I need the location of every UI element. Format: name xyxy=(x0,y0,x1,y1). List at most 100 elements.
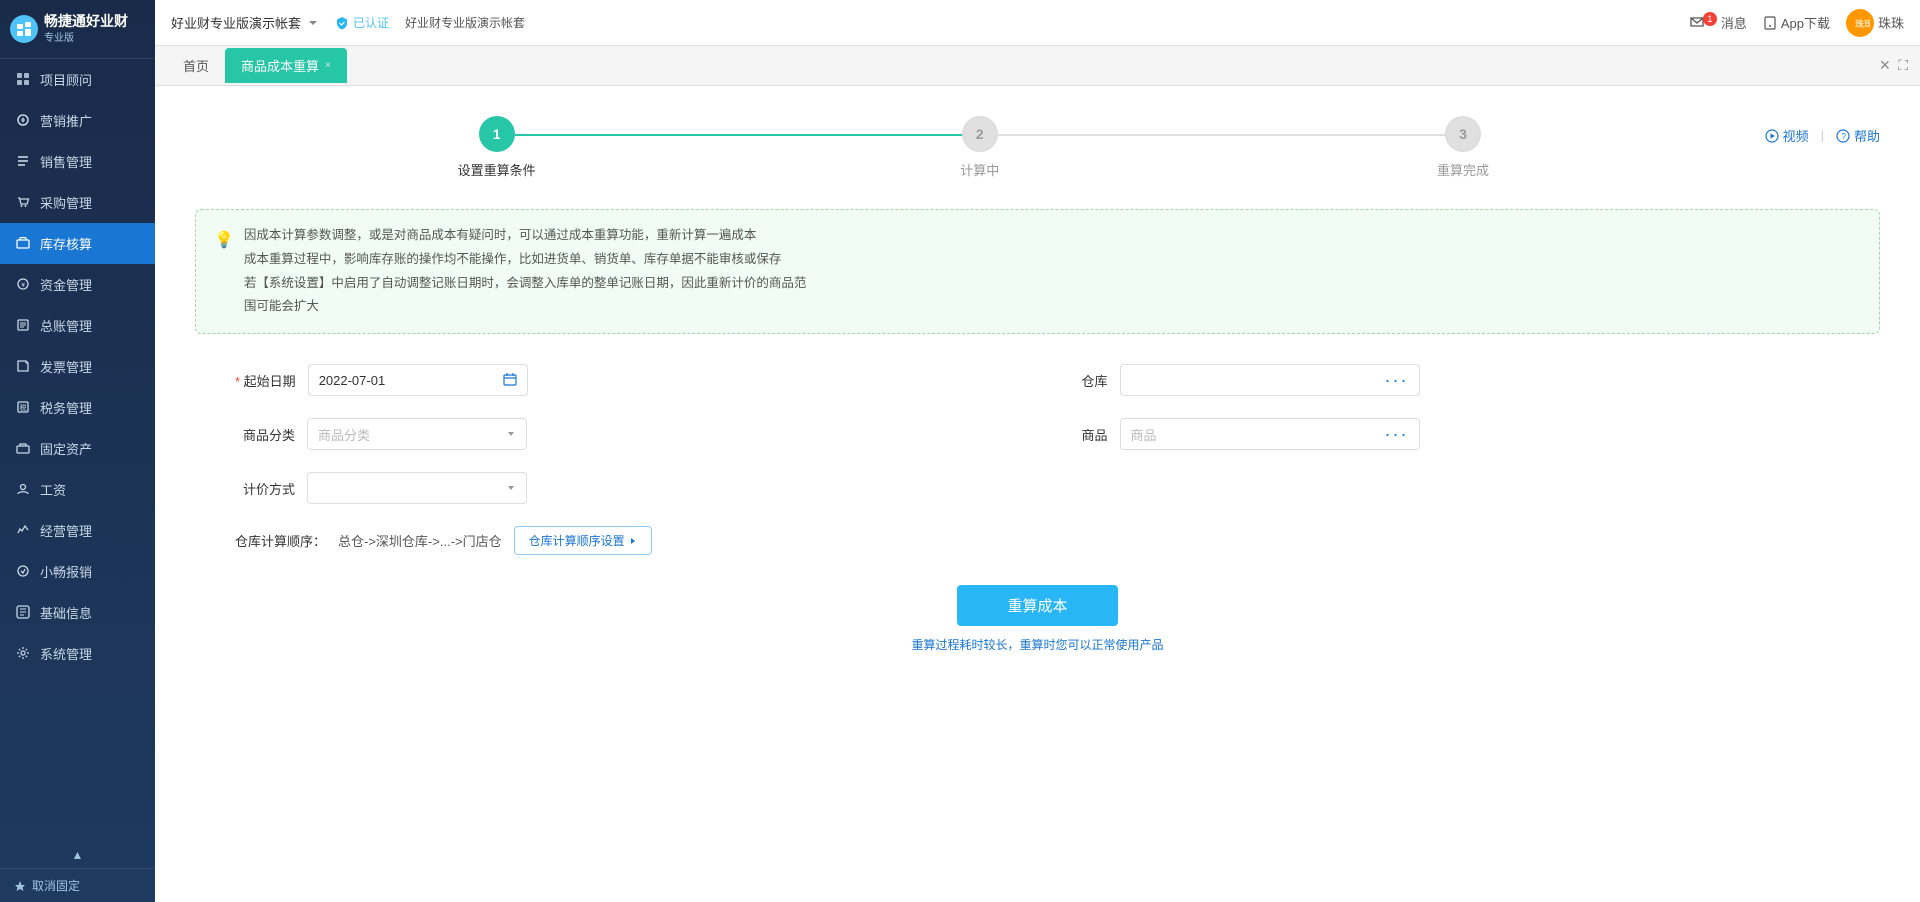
step-1: 1 设置重算条件 xyxy=(255,116,738,179)
help-btn[interactable]: ? 帮助 xyxy=(1836,126,1880,145)
product-input[interactable]: 商品 ··· xyxy=(1120,418,1420,450)
topbar-right: 1 消息 App下载 珠珠 珠珠 xyxy=(1689,9,1904,37)
user-name: 珠珠 xyxy=(1878,13,1904,32)
messages-btn[interactable]: 1 消息 xyxy=(1689,13,1747,32)
tabbar-expand-btn[interactable]: ⛶ xyxy=(1898,57,1908,74)
sidebar-item-label: 税务管理 xyxy=(40,398,92,417)
warehouse-calc-label: 仓库计算顺序： xyxy=(235,531,326,550)
form-section: 起始日期 2022-07-01 仓库 xyxy=(195,364,1880,653)
step-2-label: 计算中 xyxy=(960,160,999,179)
start-date-input[interactable]: 2022-07-01 xyxy=(308,364,528,396)
submit-section: 重算成本 重算过程耗时较长，重算时您可以正常使用产品 xyxy=(235,585,1840,653)
warehouse-input[interactable]: ··· xyxy=(1120,364,1420,396)
form-row-1: 起始日期 2022-07-01 仓库 xyxy=(235,364,1840,396)
svg-text:税: 税 xyxy=(20,403,27,412)
invoice-icon xyxy=(14,357,32,375)
sidebar-item-label: 工资 xyxy=(40,480,66,499)
sidebar-item-project[interactable]: 项目顾问 xyxy=(0,59,155,100)
app-title: 畅捷通好业财 专业版 xyxy=(44,12,128,46)
sidebar-item-assets[interactable]: 固定资产 xyxy=(0,428,155,469)
submit-btn[interactable]: 重算成本 xyxy=(957,585,1117,626)
sidebar-item-finance[interactable]: ¥ 资金管理 xyxy=(0,264,155,305)
sidebar-scroll-up[interactable]: ▲ xyxy=(0,842,155,868)
tabbar-actions: × ⛶ xyxy=(1880,55,1908,76)
tab-home[interactable]: 首页 xyxy=(167,48,225,83)
sidebar-item-marketing[interactable]: 营销推广 xyxy=(0,100,155,141)
calendar-icon[interactable] xyxy=(503,372,517,389)
unpin-label: 取消固定 xyxy=(32,877,80,894)
main-content: 好业财专业版演示帐套 已认证 好业财专业版演示帐套 1 消息 xyxy=(155,0,1920,902)
warehouse-dots[interactable]: ··· xyxy=(1385,370,1409,391)
warehouse-setting-btn[interactable]: 仓库计算顺序设置 xyxy=(514,526,652,555)
svg-text:珠珠: 珠珠 xyxy=(1855,18,1870,29)
pricing-select[interactable] xyxy=(307,472,527,504)
assets-icon xyxy=(14,439,32,457)
sidebar-item-label: 系统管理 xyxy=(40,644,92,663)
sidebar-item-inventory[interactable]: 库存核算 xyxy=(0,223,155,264)
tab-cost-recalc-label: 商品成本重算 xyxy=(241,56,319,75)
topbar: 好业财专业版演示帐套 已认证 好业财专业版演示帐套 1 消息 xyxy=(155,0,1920,46)
category-label: 商品分类 xyxy=(235,425,295,444)
tab-cost-recalc[interactable]: 商品成本重算 × xyxy=(225,48,347,83)
project-icon xyxy=(14,70,32,88)
info-line-1: 因成本计算参数调整，或是对商品成本有疑问时，可以通过成本重算功能，重新计算一遍成… xyxy=(244,224,807,248)
video-btn[interactable]: 视频 xyxy=(1765,126,1809,145)
step-3-circle: 3 xyxy=(1445,116,1481,152)
info-box: 💡 因成本计算参数调整，或是对商品成本有疑问时，可以通过成本重算功能，重新计算一… xyxy=(195,209,1880,334)
sidebar-item-label: 资金管理 xyxy=(40,275,92,294)
sidebar-item-system[interactable]: 系统管理 xyxy=(0,633,155,674)
start-date-field: 起始日期 2022-07-01 xyxy=(235,364,1028,396)
account-selector[interactable]: 好业财专业版演示帐套 xyxy=(171,13,319,32)
warehouse-calc-value: 总仓->深圳仓库->...->门店仓 xyxy=(338,531,502,550)
payroll-icon xyxy=(14,480,32,498)
messages-label: 消息 xyxy=(1721,13,1747,32)
warehouse-label: 仓库 xyxy=(1048,371,1108,390)
sidebar-item-invoice[interactable]: 发票管理 xyxy=(0,346,155,387)
info-box-content: 因成本计算参数调整，或是对商品成本有疑问时，可以通过成本重算功能，重新计算一遍成… xyxy=(244,224,807,319)
verified-account-name: 好业财专业版演示帐套 xyxy=(405,14,525,31)
sidebar-item-label: 营销推广 xyxy=(40,111,92,130)
sidebar-item-accounting[interactable]: 总账管理 xyxy=(0,305,155,346)
warehouse-calc-row: 仓库计算顺序： 总仓->深圳仓库->...->门店仓 仓库计算顺序设置 xyxy=(235,526,1840,555)
start-date-value: 2022-07-01 xyxy=(319,373,495,388)
step-1-label: 设置重算条件 xyxy=(458,160,536,179)
step-2: 2 计算中 xyxy=(738,116,1221,179)
notification-count: 1 xyxy=(1703,12,1717,26)
accounting-icon xyxy=(14,316,32,334)
app-download-btn[interactable]: App下载 xyxy=(1763,13,1830,32)
sidebar-item-expense[interactable]: 小畅报销 xyxy=(0,551,155,592)
category-placeholder: 商品分类 xyxy=(318,425,370,444)
sidebar-item-payroll[interactable]: 工资 xyxy=(0,469,155,510)
info-line-3: 若【系统设置】中启用了自动调整记账日期时，会调整入库单的整单记账日期，因此重新计… xyxy=(244,272,807,296)
pricing-field: 计价方式 xyxy=(235,472,1028,504)
tax-icon: 税 xyxy=(14,398,32,416)
sidebar-item-purchase[interactable]: 采购管理 xyxy=(0,182,155,223)
start-date-label: 起始日期 xyxy=(235,371,296,390)
category-select[interactable]: 商品分类 xyxy=(307,418,527,450)
sidebar-item-label: 固定资产 xyxy=(40,439,92,458)
sidebar-item-label: 销售管理 xyxy=(40,152,92,171)
product-dots[interactable]: ··· xyxy=(1385,424,1409,445)
product-label: 商品 xyxy=(1048,425,1108,444)
sidebar-item-sales[interactable]: 销售管理 xyxy=(0,141,155,182)
sidebar-unpin-btn[interactable]: 取消固定 xyxy=(0,868,155,902)
sales-icon xyxy=(14,152,32,170)
form-row-2: 商品分类 商品分类 商品 商品 ··· xyxy=(235,418,1840,450)
tabbar-close-btn[interactable]: × xyxy=(1880,55,1891,76)
sidebar-item-tax[interactable]: 税 税务管理 xyxy=(0,387,155,428)
product-field: 商品 商品 ··· xyxy=(1048,418,1841,450)
sidebar-item-basic[interactable]: 基础信息 xyxy=(0,592,155,633)
user-menu-btn[interactable]: 珠珠 珠珠 xyxy=(1846,9,1904,37)
sidebar-nav: 项目顾问 营销推广 销售管理 xyxy=(0,59,155,842)
sidebar-item-business[interactable]: 经营管理 xyxy=(0,510,155,551)
system-icon xyxy=(14,644,32,662)
step-1-circle: 1 xyxy=(479,116,515,152)
verified-badge: 已认证 xyxy=(335,14,389,31)
info-line-2: 成本重算过程中，影响库存账的操作均不能操作，比如进货单、销货单、库存单据不能审核… xyxy=(244,248,807,272)
tab-home-label: 首页 xyxy=(183,56,209,75)
info-line-4: 围可能会扩大 xyxy=(244,295,807,319)
tab-close-icon[interactable]: × xyxy=(325,60,331,71)
sidebar-item-label: 总账管理 xyxy=(40,316,92,335)
step-3: 3 重算完成 xyxy=(1221,116,1704,179)
sidebar-item-label: 小畅报销 xyxy=(40,562,92,581)
